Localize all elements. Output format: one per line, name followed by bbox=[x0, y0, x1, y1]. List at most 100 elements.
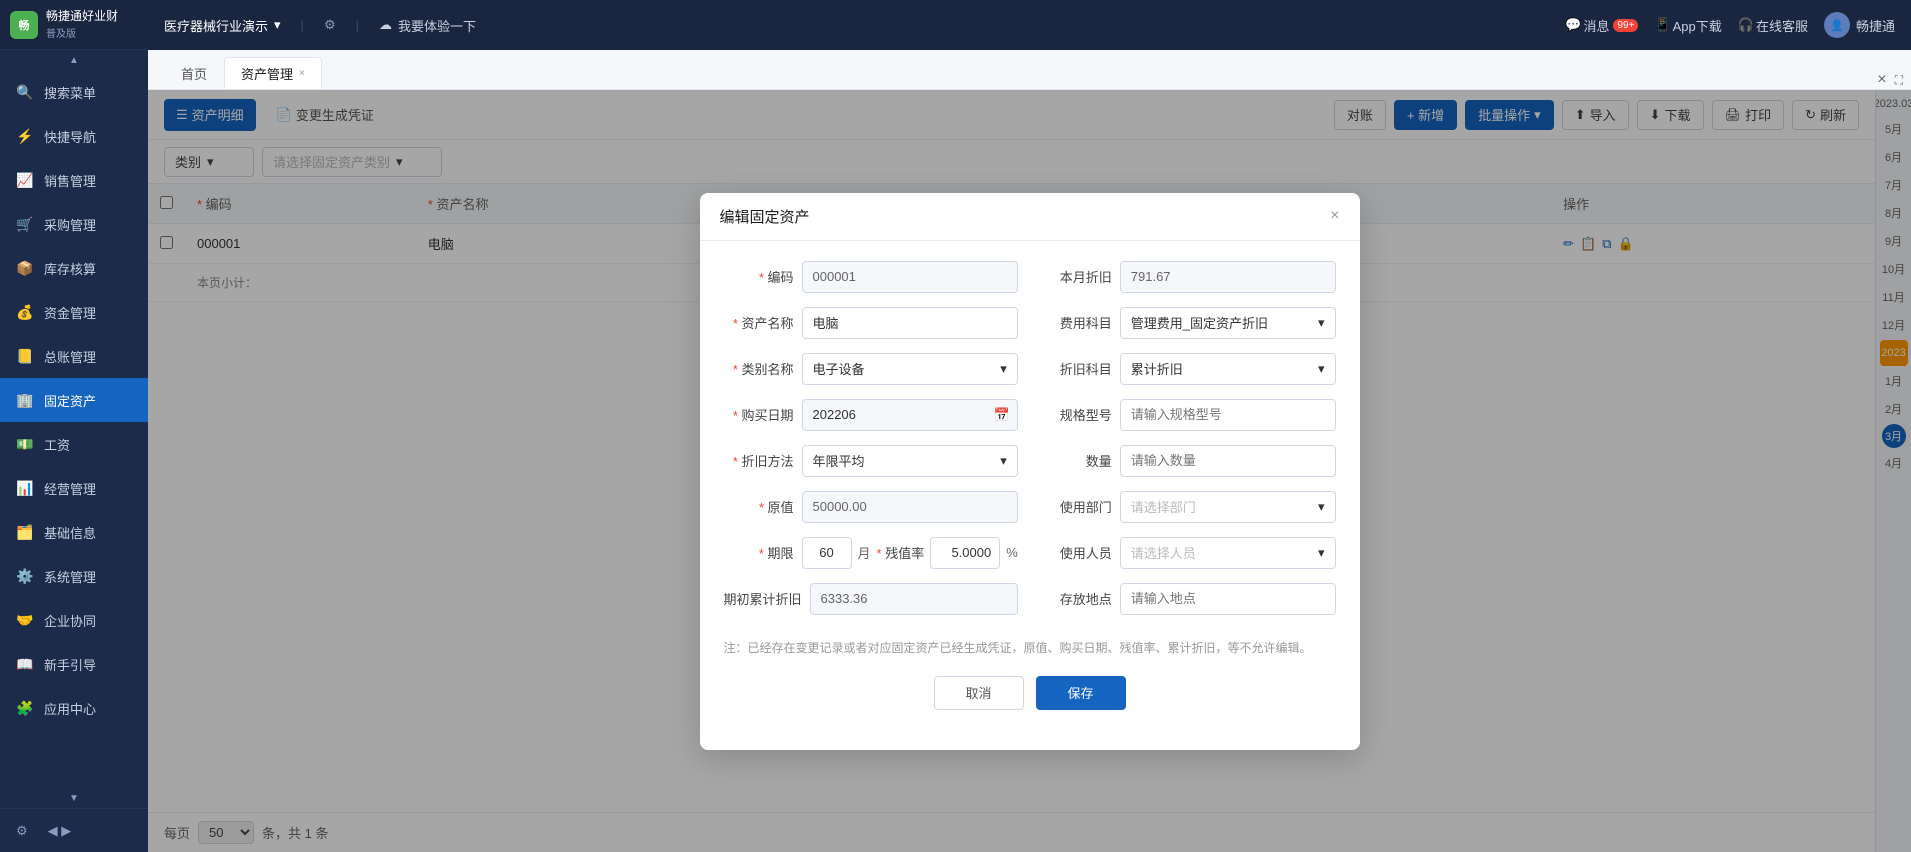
quantity-input[interactable] bbox=[1120, 445, 1336, 477]
inventory-icon: 📦 bbox=[16, 259, 34, 277]
sidebar-item-system[interactable]: ⚙️ 系统管理 bbox=[0, 554, 148, 598]
original-value-input[interactable] bbox=[802, 491, 1018, 523]
sidebar-item-collab[interactable]: 🤝 企业协同 bbox=[0, 598, 148, 642]
settings-icon[interactable]: ⚙ bbox=[16, 823, 28, 839]
field-monthly-dep: 本月折旧 bbox=[1042, 261, 1336, 293]
modal-overlay: 编辑固定资产 × 编码 bbox=[148, 90, 1911, 852]
initial-dep-input[interactable] bbox=[810, 583, 1018, 615]
field-original-value: 原值 bbox=[724, 491, 1018, 523]
department-label: 使用部门 bbox=[1042, 497, 1112, 516]
sidebar-item-label-sales: 销售管理 bbox=[44, 171, 96, 190]
sidebar-scroll-up[interactable]: ▲ bbox=[0, 50, 148, 70]
sidebar-item-inventory[interactable]: 📦 库存核算 bbox=[0, 246, 148, 290]
monthly-dep-input[interactable] bbox=[1120, 261, 1336, 293]
person-dropdown[interactable]: 请选择人员 ▾ bbox=[1120, 537, 1336, 569]
period-unit: 月 bbox=[858, 543, 871, 562]
sidebar-item-label-collab: 企业协同 bbox=[44, 611, 96, 630]
depreciation-method-dropdown[interactable]: 年限平均 ▾ bbox=[802, 445, 1018, 477]
field-expense-subject: 费用科目 管理费用_固定资产折旧 ▾ bbox=[1042, 307, 1336, 339]
tab-assets-label: 资产管理 bbox=[241, 64, 293, 83]
code-label: 编码 bbox=[724, 267, 794, 286]
system-icon: ⚙️ bbox=[16, 567, 34, 585]
period-input[interactable] bbox=[802, 537, 852, 569]
field-quantity: 数量 bbox=[1042, 445, 1336, 477]
sidebar-item-purchase[interactable]: 🛒 采购管理 bbox=[0, 202, 148, 246]
dialog-close-button[interactable]: × bbox=[1330, 207, 1339, 225]
save-button[interactable]: 保存 bbox=[1036, 676, 1126, 710]
monthly-dep-label: 本月折旧 bbox=[1042, 267, 1112, 286]
company-selector[interactable]: 医疗器械行业演示 ▾ bbox=[164, 16, 281, 35]
dep-subject-value: 累计折旧 bbox=[1131, 359, 1183, 378]
purchase-date-wrapper: 📅 bbox=[802, 399, 1018, 431]
code-input[interactable] bbox=[802, 261, 1018, 293]
tab-assets[interactable]: 资产管理 × bbox=[224, 57, 322, 89]
collapse-icon[interactable]: ◀ ▶ bbox=[48, 823, 72, 839]
sidebar-item-quick[interactable]: ⚡ 快捷导航 bbox=[0, 114, 148, 158]
settings-gear-icon[interactable]: ⚙ bbox=[324, 17, 336, 33]
residual-rate-input[interactable] bbox=[930, 537, 1000, 569]
sidebar-item-sales[interactable]: 📈 销售管理 bbox=[0, 158, 148, 202]
spec-input[interactable] bbox=[1120, 399, 1336, 431]
collab-icon: 🤝 bbox=[16, 611, 34, 629]
sidebar-item-guide[interactable]: 📖 新手引导 bbox=[0, 642, 148, 686]
sidebar-item-basic[interactable]: 🗂️ 基础信息 bbox=[0, 510, 148, 554]
experience-button[interactable]: ☁ 我要体验一下 bbox=[379, 16, 476, 35]
search-icon: 🔍 bbox=[16, 83, 34, 101]
username: 畅捷通 bbox=[1856, 16, 1895, 35]
app-edition: 普及版 bbox=[46, 25, 118, 40]
period-label: 期限 bbox=[724, 543, 794, 562]
app-info: 畅捷通好业财 普及版 bbox=[46, 9, 118, 40]
sidebar-item-search[interactable]: 🔍 搜索菜单 bbox=[0, 70, 148, 114]
message-badge: 99+ bbox=[1613, 19, 1638, 32]
department-dropdown[interactable]: 请选择部门 ▾ bbox=[1120, 491, 1336, 523]
purchase-date-label: 购买日期 bbox=[724, 405, 794, 424]
apps-icon: 🧩 bbox=[16, 699, 34, 717]
tab-home-label: 首页 bbox=[181, 64, 207, 83]
category-dropdown[interactable]: 电子设备 ▾ bbox=[802, 353, 1018, 385]
field-spec: 规格型号 bbox=[1042, 399, 1336, 431]
expense-subject-value: 管理费用_固定资产折旧 bbox=[1131, 313, 1268, 332]
app-logo: 畅 bbox=[10, 11, 38, 39]
tab-close-icon[interactable]: × bbox=[299, 68, 305, 79]
company-name: 医疗器械行业演示 bbox=[164, 16, 268, 35]
sidebar-item-finance[interactable]: 💰 资金管理 bbox=[0, 290, 148, 334]
app-name: 畅捷通好业财 bbox=[46, 9, 118, 25]
sidebar-item-operations[interactable]: 📊 经营管理 bbox=[0, 466, 148, 510]
sidebar-item-label-quick: 快捷导航 bbox=[44, 127, 96, 146]
cancel-button[interactable]: 取消 bbox=[934, 676, 1024, 710]
dep-chevron-icon: ▾ bbox=[1318, 361, 1325, 377]
sidebar-item-label-system: 系统管理 bbox=[44, 567, 96, 586]
sidebar-item-assets[interactable]: 🏢 固定资产 bbox=[0, 378, 148, 422]
experience-icon: ☁ bbox=[379, 17, 392, 33]
tab-home[interactable]: 首页 bbox=[164, 57, 224, 89]
message-button[interactable]: 💬 消息 99+ bbox=[1565, 16, 1638, 35]
residual-rate-label: 残值率 bbox=[877, 543, 925, 562]
purchase-date-input[interactable] bbox=[802, 399, 1018, 431]
field-asset-name: 资产名称 bbox=[724, 307, 1018, 339]
spec-label: 规格型号 bbox=[1042, 405, 1112, 424]
dep-subject-dropdown[interactable]: 累计折旧 ▾ bbox=[1120, 353, 1336, 385]
dialog-note: 注：已经存在变更记录或者对应固定资产已经生成凭证，原值、购买日期、残值率、累计折… bbox=[724, 631, 1336, 664]
category-label: 类别名称 bbox=[724, 359, 794, 378]
location-input[interactable] bbox=[1120, 583, 1336, 615]
asset-name-input[interactable] bbox=[802, 307, 1018, 339]
category-value: 电子设备 bbox=[813, 359, 865, 378]
window-close-icon[interactable]: × bbox=[1877, 71, 1886, 89]
quantity-label: 数量 bbox=[1042, 451, 1112, 470]
content-area: ☰ 资产明细 📄 变更生成凭证 对账 + 新增 批量操作 ▾ bbox=[148, 90, 1911, 852]
initial-dep-label: 期初累计折旧 bbox=[724, 589, 802, 608]
window-expand-icon[interactable]: ⛶ bbox=[1895, 73, 1903, 88]
person-placeholder: 请选择人员 bbox=[1131, 543, 1196, 562]
sidebar-item-apps[interactable]: 🧩 应用中心 bbox=[0, 686, 148, 730]
sidebar-scroll-down[interactable]: ▼ bbox=[0, 788, 148, 808]
expense-subject-dropdown[interactable]: 管理费用_固定资产折旧 ▾ bbox=[1120, 307, 1336, 339]
sidebar-header: 畅 畅捷通好业财 普及版 bbox=[0, 0, 148, 50]
online-service-button[interactable]: 🎧 在线客服 bbox=[1738, 16, 1808, 35]
field-category: 类别名称 电子设备 ▾ bbox=[724, 353, 1018, 385]
sidebar-item-payroll[interactable]: 💵 工资 bbox=[0, 422, 148, 466]
form-left: 编码 资产名称 类别名称 bbox=[724, 261, 1018, 615]
form-grid: 编码 资产名称 类别名称 bbox=[724, 261, 1336, 615]
app-download-button[interactable]: 📱 App下载 bbox=[1654, 16, 1721, 35]
guide-icon: 📖 bbox=[16, 655, 34, 673]
sidebar-item-ledger[interactable]: 📒 总账管理 bbox=[0, 334, 148, 378]
